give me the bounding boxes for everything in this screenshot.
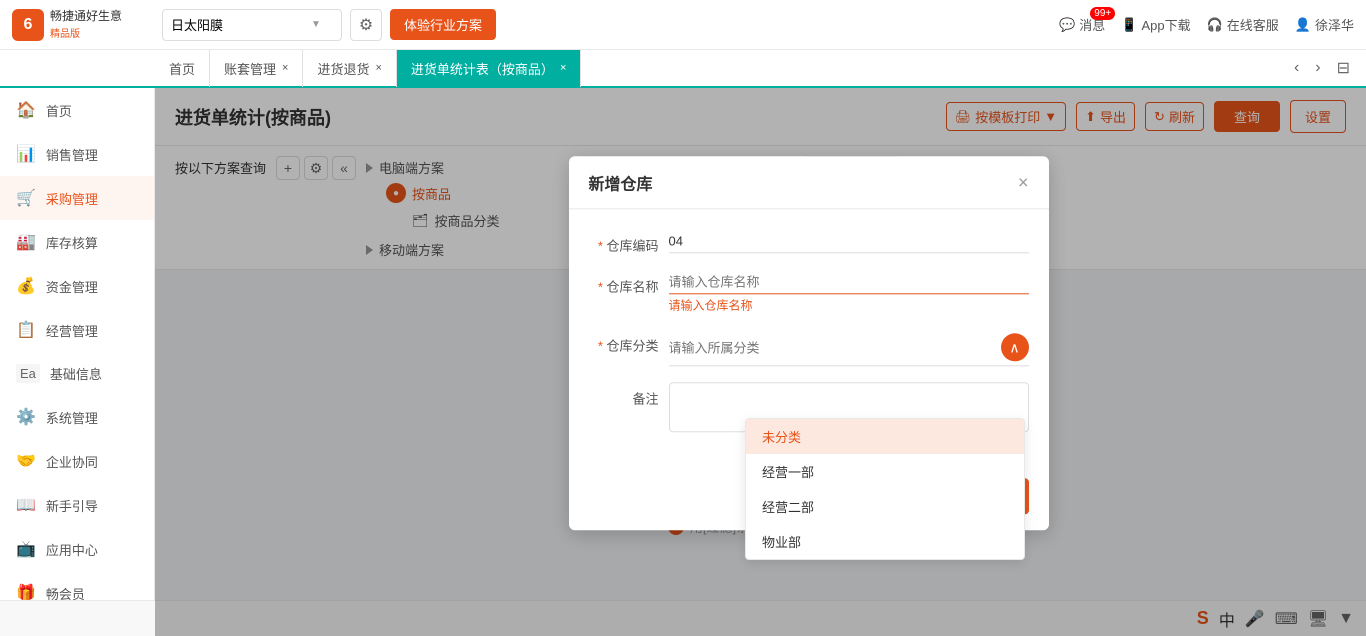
guide-icon: 📖: [16, 495, 36, 515]
notification-button[interactable]: 💬 消息 99+: [1059, 15, 1105, 34]
sidebar-label-inventory: 库存核算: [46, 233, 98, 252]
home-icon: 🏠: [16, 100, 36, 120]
online-service-button[interactable]: 🎧 在线客服: [1207, 15, 1279, 34]
message-icon: 💬: [1059, 17, 1075, 33]
gear-button[interactable]: ⚙: [350, 9, 382, 41]
notification-badge: 99+: [1090, 7, 1115, 20]
category-dropdown: 未分类 经营一部 经营二部 物业部: [745, 418, 1025, 560]
tab-purchase-stats[interactable]: 进货单统计表（按商品） ×: [397, 49, 581, 87]
category-label: 仓库分类: [589, 329, 659, 354]
tab-prev-button[interactable]: ‹: [1290, 57, 1303, 79]
tab-purchase-stats-close[interactable]: ×: [560, 62, 566, 74]
tab-bar: 首页 账套管理 × 进货退货 × 进货单统计表（按商品） × ‹ › ⊟: [0, 50, 1366, 88]
tab-accounts-label: 账套管理: [224, 59, 276, 78]
content-area: 进货单统计(按商品) 🖨 按模板打印 ▼ ⬆ 导出 ↻ 刷新 查询 设置: [155, 88, 1366, 636]
system-icon: ⚙️: [16, 407, 36, 427]
category-input[interactable]: [669, 340, 1001, 355]
tab-accounts[interactable]: 账套管理 ×: [210, 49, 303, 87]
dialog-title: 新增仓库: [589, 170, 653, 194]
search-input[interactable]: [171, 17, 311, 32]
sidebar-item-home[interactable]: 🏠 首页: [0, 88, 154, 132]
basic-info-icon: Ea: [16, 364, 40, 383]
phone-icon: 📱: [1121, 17, 1137, 33]
sidebar-item-management[interactable]: 📋 经营管理: [0, 308, 154, 352]
category-input-wrap: ∧: [669, 329, 1029, 366]
sidebar-item-sales[interactable]: 📊 销售管理: [0, 132, 154, 176]
trial-button[interactable]: 体验行业方案: [390, 9, 496, 40]
form-row-code: 仓库编码: [589, 229, 1029, 254]
note-label: 备注: [589, 382, 659, 407]
main-layout: 🏠 首页 📊 销售管理 🛒 采购管理 🏭 库存核算 💰 资金管理 📋 经营管理 …: [0, 88, 1366, 636]
app-download-button[interactable]: 📱 App下载: [1121, 15, 1190, 34]
sidebar-label-guide: 新手引导: [46, 496, 98, 515]
search-area[interactable]: ▼: [162, 9, 342, 41]
purchase-icon: 🛒: [16, 188, 36, 208]
sidebar: 🏠 首页 📊 销售管理 🛒 采购管理 🏭 库存核算 💰 资金管理 📋 经营管理 …: [0, 88, 155, 636]
tab-home-label: 首页: [169, 59, 195, 78]
tab-purchase-stats-label: 进货单统计表（按商品）: [411, 59, 554, 78]
inventory-icon: 🏭: [16, 232, 36, 252]
dropdown-option-3[interactable]: 物业部: [746, 524, 1024, 559]
logo-sub: 精品版: [50, 25, 122, 40]
sidebar-label-home: 首页: [46, 101, 72, 120]
enterprise-icon: 🤝: [16, 451, 36, 471]
code-input[interactable]: [669, 229, 1029, 253]
sidebar-item-finance[interactable]: 💰 资金管理: [0, 264, 154, 308]
dialog-header: 新增仓库 ×: [569, 156, 1049, 209]
management-icon: 📋: [16, 320, 36, 340]
dropdown-option-1[interactable]: 经营一部: [746, 454, 1024, 489]
code-label: 仓库编码: [589, 229, 659, 254]
name-error-msg: 请输入仓库名称: [669, 296, 1029, 313]
form-row-category: 仓库分类 ∧: [589, 329, 1029, 366]
tab-next-button[interactable]: ›: [1311, 57, 1324, 79]
sidebar-label-enterprise: 企业协同: [46, 452, 98, 471]
sidebar-label-sales: 销售管理: [46, 145, 98, 164]
dialog-close-button[interactable]: ×: [1018, 172, 1029, 193]
tab-accounts-close[interactable]: ×: [282, 62, 288, 74]
dropdown-option-2[interactable]: 经营二部: [746, 489, 1024, 524]
sidebar-label-apps: 应用中心: [46, 540, 98, 559]
logo-title: 畅捷通好生意: [50, 9, 122, 25]
top-actions: 💬 消息 99+ 📱 App下载 🎧 在线客服 👤 徐泽华: [1059, 15, 1354, 34]
user-name: 徐泽华: [1315, 15, 1354, 34]
logo-icon: 6: [12, 9, 44, 41]
tab-purchase-return-close[interactable]: ×: [375, 62, 381, 74]
sidebar-label-basic-info: 基础信息: [50, 364, 102, 383]
sidebar-label-finance: 资金管理: [46, 277, 98, 296]
user-icon: 👤: [1295, 17, 1311, 33]
sales-icon: 📊: [16, 144, 36, 164]
sidebar-item-inventory[interactable]: 🏭 库存核算: [0, 220, 154, 264]
sidebar-item-basic-info[interactable]: Ea 基础信息: [0, 352, 154, 395]
tab-controls: ‹ › ⊟: [1290, 56, 1366, 80]
sidebar-label-management: 经营管理: [46, 321, 98, 340]
name-input[interactable]: [669, 270, 1029, 294]
name-label: 仓库名称: [589, 270, 659, 295]
logo-area: 6 畅捷通好生意 精品版: [12, 9, 162, 41]
sidebar-item-guide[interactable]: 📖 新手引导: [0, 483, 154, 527]
category-toggle-button[interactable]: ∧: [1001, 333, 1029, 361]
sidebar-item-apps[interactable]: 📺 应用中心: [0, 527, 154, 571]
tab-home[interactable]: 首页: [155, 49, 210, 87]
form-row-name: 仓库名称 请输入仓库名称: [589, 270, 1029, 313]
tab-close-all-button[interactable]: ⊟: [1333, 56, 1354, 80]
sidebar-label-purchase: 采购管理: [46, 189, 98, 208]
finance-icon: 💰: [16, 276, 36, 296]
sidebar-item-system[interactable]: ⚙️ 系统管理: [0, 395, 154, 439]
user-profile[interactable]: 👤 徐泽华: [1295, 15, 1354, 34]
tab-purchase-return[interactable]: 进货退货 ×: [303, 49, 396, 87]
headset-icon: 🎧: [1207, 17, 1223, 33]
dropdown-option-0[interactable]: 未分类: [746, 419, 1024, 454]
chevron-down-icon: ▼: [311, 19, 321, 30]
tab-purchase-return-label: 进货退货: [317, 59, 369, 78]
sidebar-item-enterprise[interactable]: 🤝 企业协同: [0, 439, 154, 483]
sidebar-label-system: 系统管理: [46, 408, 98, 427]
sidebar-item-purchase[interactable]: 🛒 采购管理: [0, 176, 154, 220]
top-bar: 6 畅捷通好生意 精品版 ▼ ⚙ 体验行业方案 💬 消息 99+ 📱 App下载…: [0, 0, 1366, 50]
apps-icon: 📺: [16, 539, 36, 559]
